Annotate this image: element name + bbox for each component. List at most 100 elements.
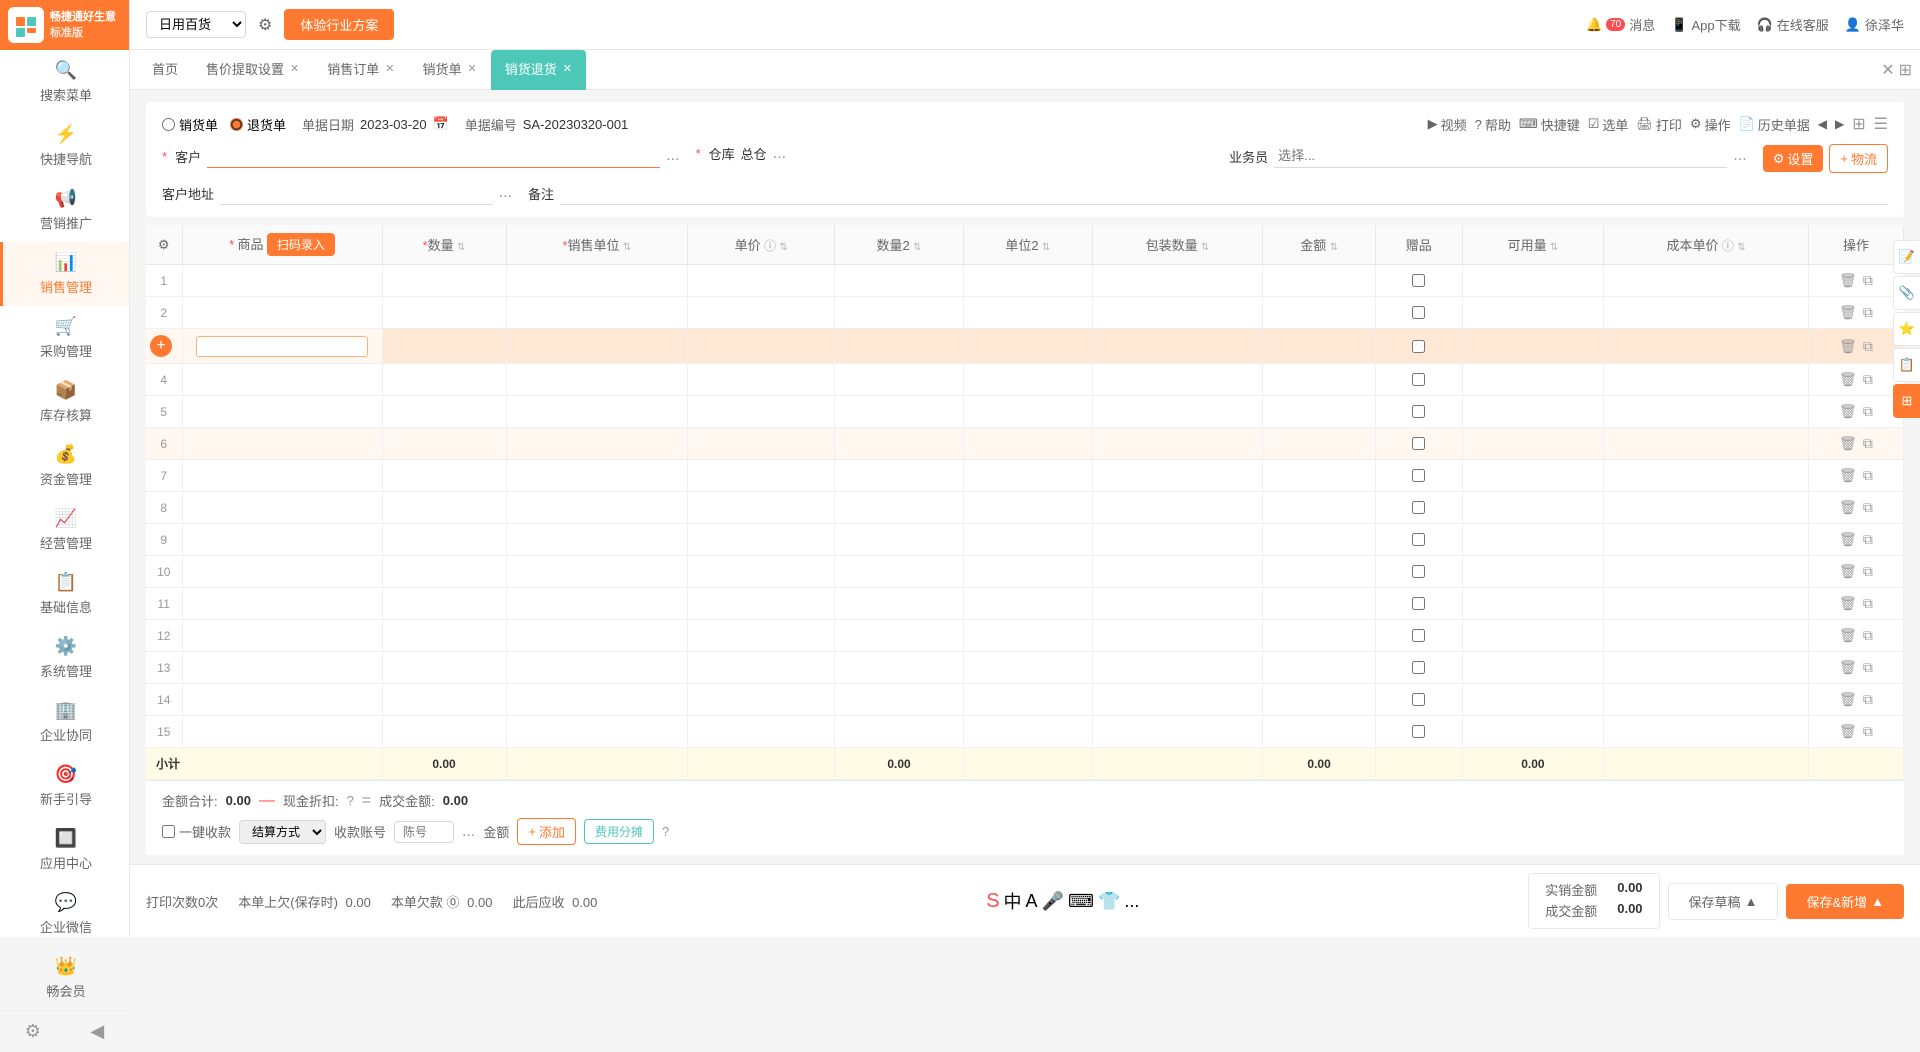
sidebar-item-appstore[interactable]: 🔲 应用中心	[0, 818, 129, 882]
one-click-payment-checkbox[interactable]: 一键收款	[162, 822, 231, 841]
qty-cell[interactable]	[382, 297, 506, 329]
available-cell[interactable]	[1462, 684, 1604, 716]
cost-price-cell[interactable]	[1604, 265, 1809, 297]
available-cell[interactable]	[1462, 297, 1604, 329]
gift-cell[interactable]	[1375, 396, 1462, 428]
qty2-cell[interactable]	[835, 492, 964, 524]
unit-price-cell[interactable]	[688, 297, 835, 329]
qty2-cell[interactable]	[835, 265, 964, 297]
delete-row-btn[interactable]: 🗑	[1839, 595, 1857, 612]
delete-row-btn[interactable]: 🗑	[1839, 304, 1857, 321]
gift-checkbox[interactable]	[1412, 373, 1425, 386]
sales-unit-cell-active[interactable]	[506, 329, 688, 364]
float-attachment-btn[interactable]: 📎	[1893, 276, 1920, 310]
unit2-cell[interactable]	[963, 716, 1092, 748]
qty-cell[interactable]	[382, 524, 506, 556]
gift-cell[interactable]	[1375, 428, 1462, 460]
product-cell[interactable]	[182, 364, 382, 396]
unit-price-cell[interactable]	[688, 524, 835, 556]
unit-price-cell[interactable]	[688, 652, 835, 684]
unit2-cell[interactable]	[963, 428, 1092, 460]
float-star-btn[interactable]: ⭐	[1893, 312, 1920, 346]
product-cell[interactable]	[182, 556, 382, 588]
unit2-cell[interactable]	[963, 297, 1092, 329]
cost-price-cell[interactable]	[1604, 297, 1809, 329]
amount-cell[interactable]	[1263, 265, 1376, 297]
copy-row-btn[interactable]: ⧉	[1863, 435, 1873, 452]
sort-icon[interactable]: ⇅	[457, 242, 465, 253]
pack-qty-cell[interactable]	[1092, 524, 1263, 556]
fee-info-icon[interactable]: ?	[662, 824, 669, 839]
unit-price-cell[interactable]	[688, 460, 835, 492]
input-icon4[interactable]: ⌨	[1068, 891, 1094, 912]
qty-cell[interactable]	[382, 460, 506, 492]
online-service-btn[interactable]: 🎧 在线客服	[1757, 15, 1829, 34]
sidebar-item-inventory[interactable]: 📦 库存核算	[0, 370, 129, 434]
unit-price-cell-active[interactable]	[688, 329, 835, 364]
available-cell-active[interactable]	[1462, 329, 1604, 364]
pack-qty-cell[interactable]	[1092, 588, 1263, 620]
sort-icon[interactable]: ⇅	[1330, 242, 1338, 253]
copy-row-btn[interactable]: ⧉	[1863, 691, 1873, 708]
product-cell[interactable]	[182, 492, 382, 524]
gift-cell[interactable]	[1375, 524, 1462, 556]
gift-checkbox[interactable]	[1412, 274, 1425, 287]
product-cell[interactable]	[182, 460, 382, 492]
delete-row-btn[interactable]: 🗑	[1839, 691, 1857, 708]
gift-cell[interactable]	[1375, 492, 1462, 524]
cost-price-cell[interactable]	[1604, 524, 1809, 556]
sidebar-settings-btn[interactable]: ⚙	[25, 1021, 41, 1042]
discount-info-icon[interactable]: ?	[347, 793, 354, 808]
input-icon2[interactable]: A	[1026, 891, 1038, 912]
video-btn[interactable]: ▶ 视频	[1428, 115, 1467, 134]
gift-checkbox-active[interactable]	[1412, 340, 1425, 353]
unit2-cell[interactable]	[963, 492, 1092, 524]
product-cell[interactable]	[182, 620, 382, 652]
delete-row-btn[interactable]: 🗑	[1839, 272, 1857, 289]
gift-checkbox[interactable]	[1412, 405, 1425, 418]
amount-cell[interactable]	[1263, 428, 1376, 460]
print-btn[interactable]: 🖨 打印	[1636, 115, 1682, 134]
app-download-btn[interactable]: 📱 App下载	[1671, 15, 1740, 34]
delete-row-btn[interactable]: 🗑	[1839, 659, 1857, 676]
copy-row-btn[interactable]: ⧉	[1863, 531, 1873, 548]
warehouse-picker-btn[interactable]: ...	[773, 145, 786, 163]
qty-cell[interactable]	[382, 652, 506, 684]
delete-row-btn[interactable]: 🗑	[1839, 467, 1857, 484]
amount-cell[interactable]	[1263, 524, 1376, 556]
product-input-cell[interactable]	[182, 329, 382, 364]
delete-row-btn[interactable]: 🗑	[1839, 531, 1857, 548]
customer-input[interactable]	[207, 144, 660, 168]
qty2-cell[interactable]	[835, 297, 964, 329]
input-icon5[interactable]: 👕	[1098, 891, 1120, 912]
unit-price-cell[interactable]	[688, 620, 835, 652]
amount-cell[interactable]	[1263, 297, 1376, 329]
help-btn[interactable]: ? 帮助	[1475, 115, 1511, 134]
gear-icon[interactable]: ⚙	[158, 237, 170, 252]
radio-return[interactable]: 退货单	[230, 115, 286, 134]
qty-cell[interactable]	[382, 396, 506, 428]
pack-qty-cell[interactable]	[1092, 652, 1263, 684]
next-btn[interactable]: ▶	[1835, 117, 1844, 131]
cost-info-icon[interactable]: ⓘ	[1722, 239, 1734, 253]
unit2-cell[interactable]	[963, 556, 1092, 588]
amount-cell[interactable]	[1263, 396, 1376, 428]
available-cell[interactable]	[1462, 492, 1604, 524]
gift-checkbox[interactable]	[1412, 629, 1425, 642]
gift-cell[interactable]	[1375, 265, 1462, 297]
unit2-cell[interactable]	[963, 460, 1092, 492]
copy-row-btn[interactable]: ⧉	[1863, 371, 1873, 388]
sidebar-item-sales[interactable]: 📊 销售管理	[0, 242, 129, 306]
cost-price-cell[interactable]	[1604, 652, 1809, 684]
input-icon3[interactable]: 🎤	[1042, 891, 1064, 912]
pack-qty-cell-active[interactable]	[1092, 329, 1263, 364]
gift-cell-active[interactable]	[1375, 329, 1462, 364]
sales-unit-cell[interactable]	[506, 396, 688, 428]
copy-row-btn[interactable]: ⧉	[1863, 403, 1873, 420]
unit2-cell-active[interactable]	[963, 329, 1092, 364]
cost-price-cell[interactable]	[1604, 556, 1809, 588]
cost-price-cell[interactable]	[1604, 460, 1809, 492]
product-cell[interactable]	[182, 684, 382, 716]
gift-cell[interactable]	[1375, 652, 1462, 684]
tab-sales-order[interactable]: 销售订单 ✕	[313, 50, 408, 90]
